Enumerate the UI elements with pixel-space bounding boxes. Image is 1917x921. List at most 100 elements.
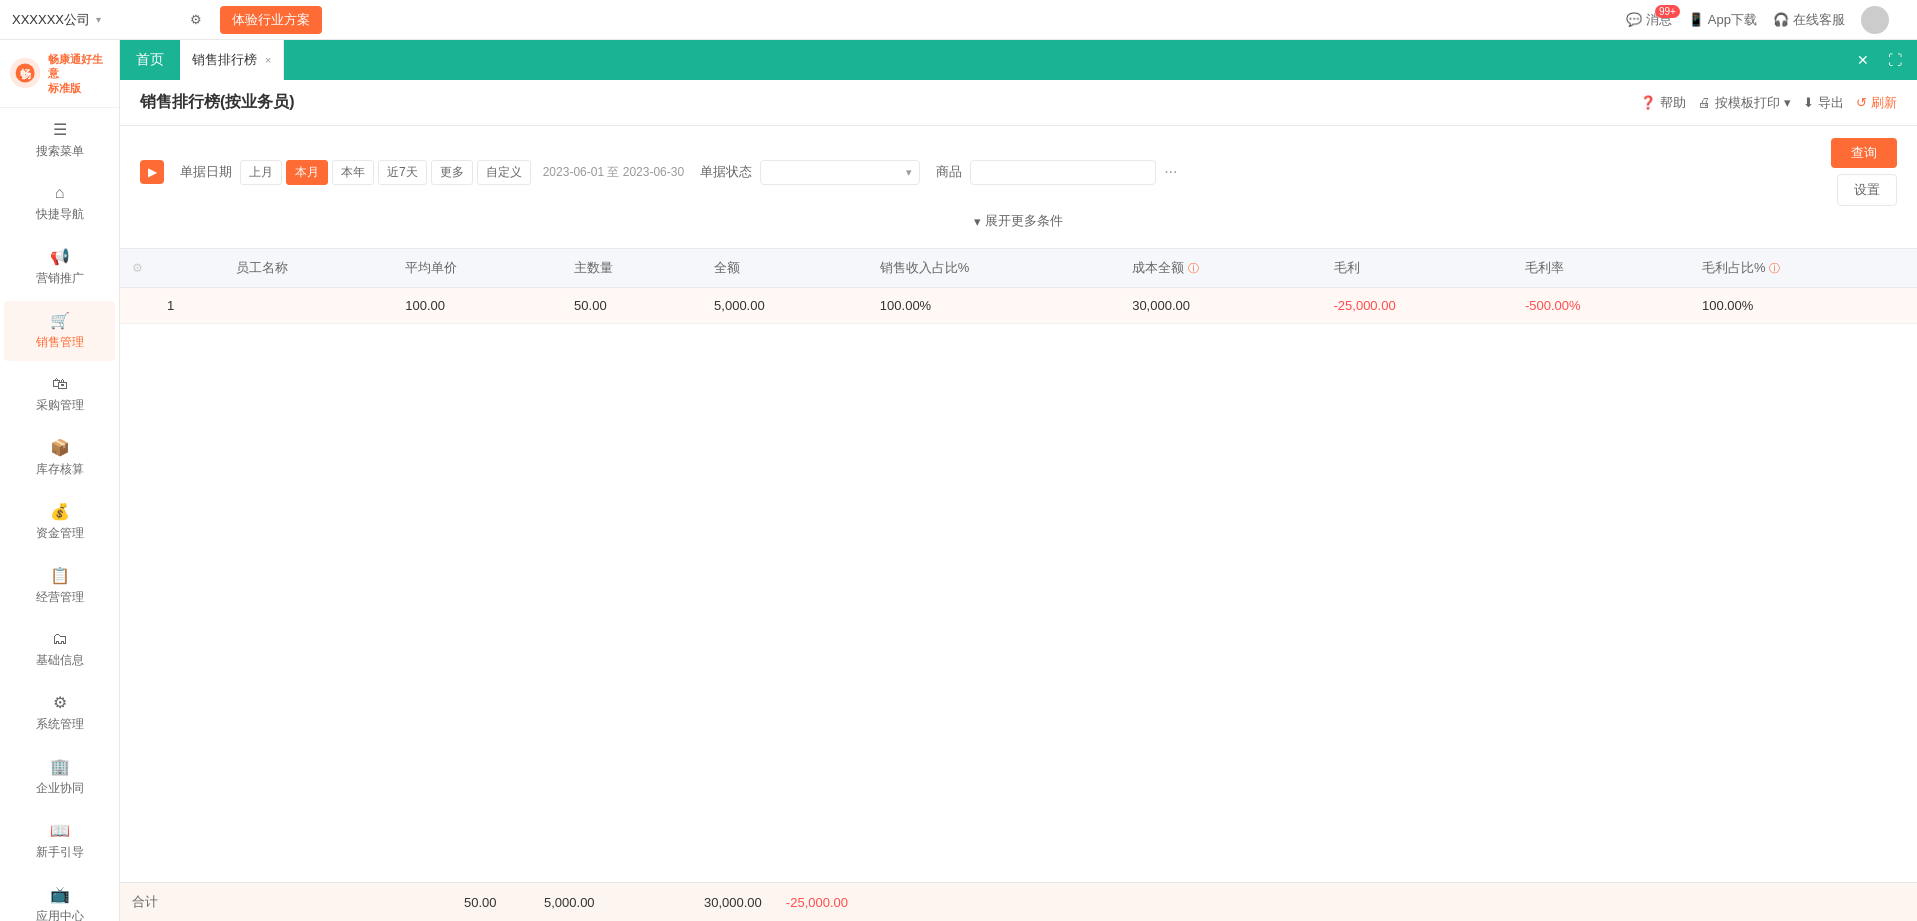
filter-arrow-button[interactable]: ▶ [140,160,164,184]
th-name: 员工名称 [224,249,393,288]
logo-icon: 畅 [8,55,42,91]
cost-info-icon[interactable]: ⓘ [1188,262,1199,274]
date-btn-7days[interactable]: 近7天 [378,160,427,185]
refresh-button[interactable]: ↺ 刷新 [1856,94,1897,112]
sidebar-item-label: 库存核算 [36,461,84,478]
help-icon: ❓ [1640,95,1656,110]
sidebar-item-sales[interactable]: 🛒 销售管理 [4,301,115,361]
finance-icon: 💰 [50,502,70,521]
sidebar-item-guide[interactable]: 📖 新手引导 [4,811,115,871]
page-header: 销售排行榜(按业务员) ❓ 帮助 🖨 按模板打印 ▾ ⬇ 导出 [120,80,1917,126]
td-gross-rate: -500.00% [1513,288,1690,324]
system-icon: ⚙ [53,693,67,712]
date-btn-custom[interactable]: 自定义 [477,160,531,185]
td-amount: 5,000.00 [702,288,868,324]
tab-action-maximize[interactable]: ⛶ [1881,46,1909,74]
goods-input[interactable] [970,160,1156,185]
page-title: 销售排行榜(按业务员) [140,92,295,113]
sidebar-item-system[interactable]: ⚙ 系统管理 [4,683,115,743]
app-download-button[interactable]: 📱 App下载 [1688,11,1757,29]
sidebar-logo: 畅 畅康通好生意 标准版 [0,40,119,108]
message-icon: 💬 [1626,12,1642,27]
status-select[interactable] [760,160,920,185]
sidebar-item-label: 企业协同 [36,780,84,797]
sidebar-item-finance[interactable]: 💰 资金管理 [4,492,115,552]
print-chevron-icon: ▾ [1784,95,1791,110]
sidebar-item-shortcut[interactable]: ⌂ 快捷导航 [4,174,115,233]
tab-sales-ranking[interactable]: 销售排行榜 × [180,40,284,80]
sidebar-item-label: 应用中心 [36,908,84,921]
date-btn-last-month[interactable]: 上月 [240,160,282,185]
sidebar-item-inventory[interactable]: 📦 库存核算 [4,428,115,488]
filter-date: 单据日期 上月 本月 本年 近7天 更多 自定义 2023-06-01 至 20… [180,160,684,185]
td-gross: -25,000.00 [1322,288,1513,324]
export-button[interactable]: ⬇ 导出 [1803,94,1844,112]
export-icon: ⬇ [1803,95,1814,110]
status-select-wrapper [760,160,920,185]
expand-button[interactable]: ▾ 展开更多条件 [974,212,1063,230]
tab-actions: ✕ ⛶ [1841,46,1917,74]
content-area: 首页 销售排行榜 × ✕ ⛶ 销售排行榜(按业务员) ❓ 帮助 [120,40,1917,921]
tab-action-close[interactable]: ✕ [1849,46,1877,74]
top-bar: XXXXXX公司 ▾ ⚙ 体验行业方案 💬 消息 99+ 📱 App下载 🎧 在… [0,0,1917,40]
sidebar-item-purchase[interactable]: 🛍 采购管理 [4,365,115,424]
help-button[interactable]: ❓ 帮助 [1640,94,1686,112]
avatar[interactable] [1861,6,1889,34]
online-service-button[interactable]: 🎧 在线客服 [1773,11,1845,29]
th-quantity: 主数量 [562,249,702,288]
filter-row-main: ▶ 单据日期 上月 本月 本年 近7天 更多 自定义 2023-06-01 至 … [140,138,1897,206]
date-btn-more[interactable]: 更多 [431,160,473,185]
home-icon: ⌂ [55,184,65,202]
footer-cost: 30,000.00 [692,895,774,910]
apps-icon: 📺 [50,885,70,904]
company-name: XXXXXX公司 [12,11,90,29]
sidebar-item-marketing[interactable]: 📢 营销推广 [4,237,115,297]
sidebar-item-enterprise[interactable]: 🏢 企业协同 [4,747,115,807]
company-selector[interactable]: XXXXXX公司 ▾ [12,11,172,29]
td-name [224,288,393,324]
sidebar-item-basic[interactable]: 🗂 基础信息 [4,620,115,679]
footer-amount: 5,000.00 [532,895,612,910]
expand-label: 展开更多条件 [985,212,1063,230]
query-actions: 查询 设置 [1831,138,1897,206]
purchase-icon: 🛍 [52,375,68,393]
service-icon: 🎧 [1773,12,1789,27]
date-label: 单据日期 [180,163,232,181]
date-btn-current-month[interactable]: 本月 [286,160,328,185]
query-button[interactable]: 查询 [1831,138,1897,168]
sidebar-item-operations[interactable]: 📋 经营管理 [4,556,115,616]
guide-icon: 📖 [50,821,70,840]
td-sales-ratio: 100.00% [868,288,1120,324]
tab-close-icon[interactable]: × [265,54,271,66]
sidebar-item-label: 快捷导航 [36,206,84,223]
gross-ratio-info-icon[interactable]: ⓘ [1769,262,1780,274]
td-quantity: 50.00 [562,288,702,324]
td-rank: 1 [155,288,224,324]
sidebar-item-search[interactable]: ☰ 搜索菜单 [4,110,115,170]
td-avg-price: 100.00 [393,288,562,324]
sidebar-item-label: 资金管理 [36,525,84,542]
settings-button[interactable]: 设置 [1837,174,1897,206]
table-body: 1 100.00 50.00 5,000.00 100.00% 30,000.0… [120,288,1917,324]
tab-home[interactable]: 首页 [120,40,180,80]
goods-label: 商品 [936,163,962,181]
print-button[interactable]: 🖨 按模板打印 ▾ [1698,94,1791,112]
operations-icon: 📋 [50,566,70,585]
date-btn-current-year[interactable]: 本年 [332,160,374,185]
marketing-icon: 📢 [50,247,70,266]
th-sales-ratio: 销售收入占比% [868,249,1120,288]
trial-button[interactable]: 体验行业方案 [220,6,322,34]
right-buttons: 查询 设置 [1831,138,1897,206]
table-header-row: ⚙ 员工名称 平均单价 主数量 全额 销售收入占比% 成本全额 ⓘ 毛利 毛利率… [120,249,1917,288]
topbar-settings-button[interactable]: ⚙ [182,6,210,34]
message-button[interactable]: 💬 消息 99+ [1626,11,1672,29]
service-label: 在线客服 [1793,11,1845,29]
goods-more-icon[interactable]: ··· [1164,163,1177,181]
data-table: ⚙ 员工名称 平均单价 主数量 全额 销售收入占比% 成本全额 ⓘ 毛利 毛利率… [120,249,1917,324]
enterprise-icon: 🏢 [50,757,70,776]
status-label: 单据状态 [700,163,752,181]
logo-text: 畅康通好生意 标准版 [48,52,111,95]
filter-goods: 商品 ··· [936,160,1177,185]
sidebar-item-apps[interactable]: 📺 应用中心 [4,875,115,921]
page-content: 销售排行榜(按业务员) ❓ 帮助 🖨 按模板打印 ▾ ⬇ 导出 [120,80,1917,921]
